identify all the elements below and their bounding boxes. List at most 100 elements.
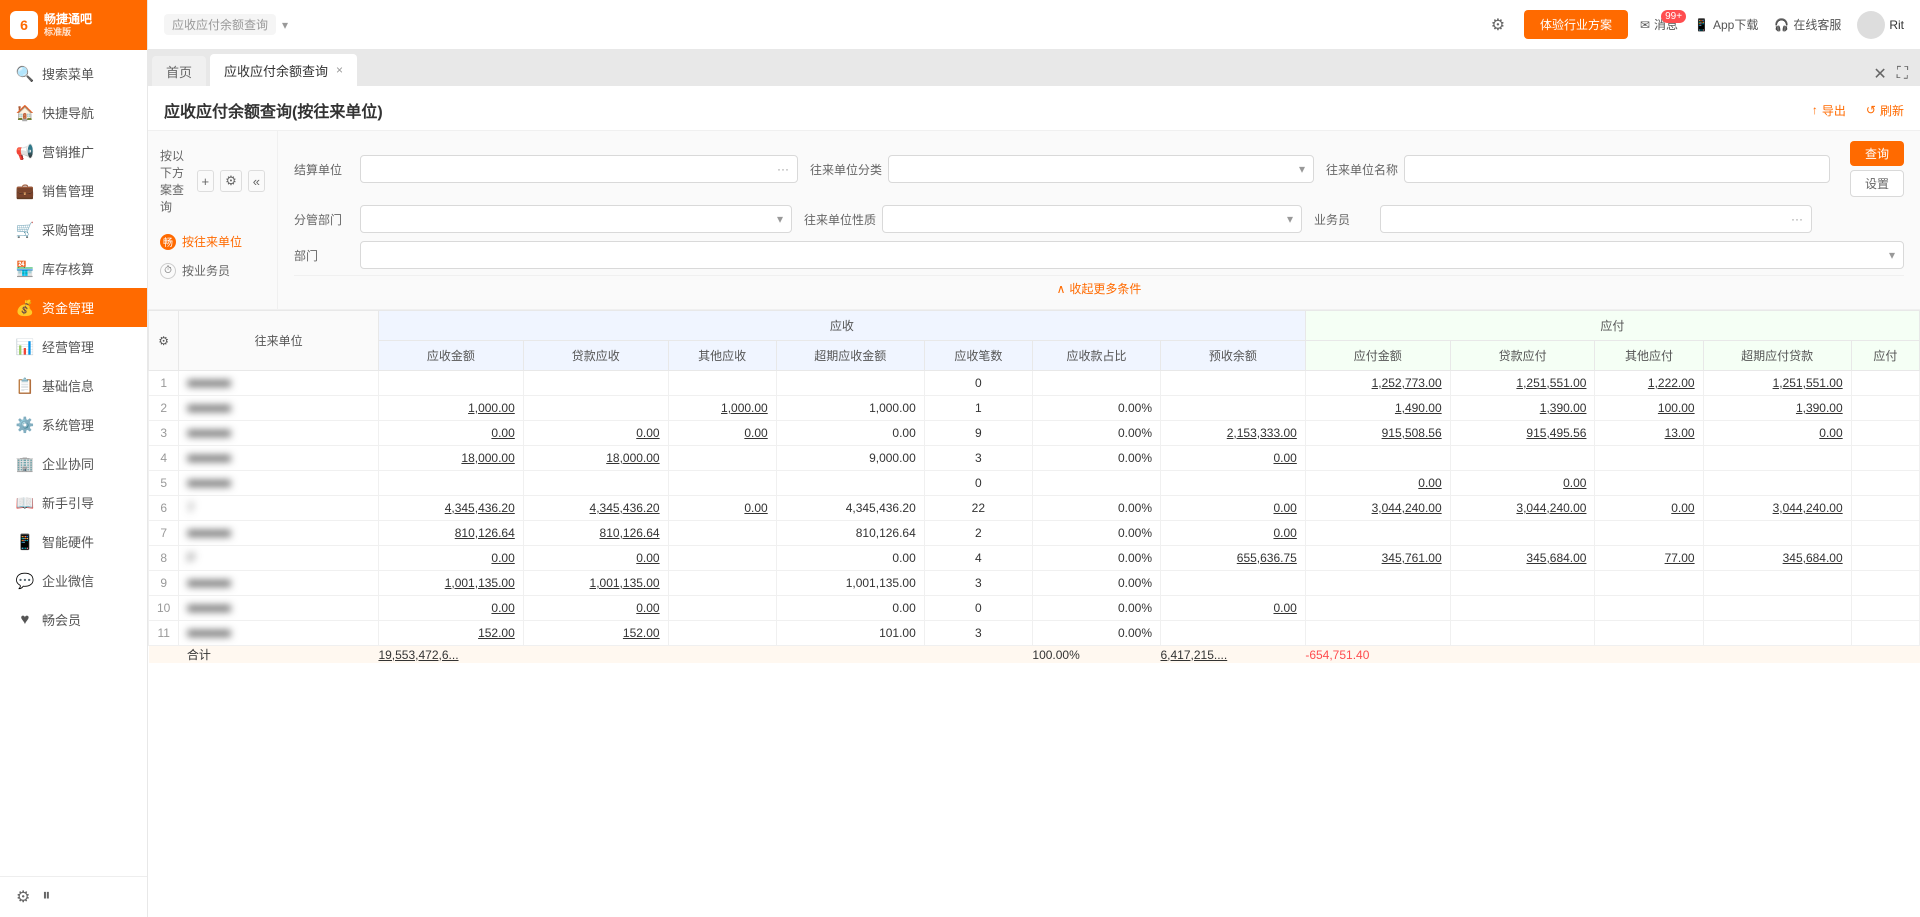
sidebar-item-wechat[interactable]: 💬 企业微信 <box>0 561 147 600</box>
content-header: 应收应付余额查询(按往来单位) ↑ 导出 ↺ 刷新 <box>148 86 1920 131</box>
refresh-icon: ↺ <box>1866 103 1876 117</box>
unit-name-input[interactable] <box>1404 155 1830 183</box>
partner-cell: ■■■■■■ <box>179 396 379 421</box>
scheme-by-unit[interactable]: 畅 按往来单位 <box>148 227 277 256</box>
filter-label: 按以下方案查询 <box>160 147 191 215</box>
table-row: 4■■■■■■18,000.0018,000.009,000.0030.00%0… <box>149 446 1920 471</box>
query-buttons: 查询 设置 <box>1850 141 1904 197</box>
tab-maximize-icon[interactable]: ⛶ <box>1897 65 1908 83</box>
sidebar-item-finance[interactable]: 💰 资金管理 <box>0 288 147 327</box>
unit-category-input[interactable]: ▾ <box>888 155 1314 183</box>
promo-button[interactable]: 体验行业方案 <box>1524 10 1628 39</box>
sidebar-logo: 6 畅捷通吧 标准版 <box>0 0 147 50</box>
scheme-by-staff[interactable]: ⏱ 按业务员 <box>148 256 277 285</box>
table-row: 9■■■■■■1,001,135.001,001,135.001,001,135… <box>149 571 1920 596</box>
breadcrumb-text: 应收应付余额查询 <box>164 14 276 35</box>
tab-home[interactable]: 首页 <box>152 56 206 86</box>
ar-overdue-header: 超期应收金额 <box>776 341 924 371</box>
tab-ar-ap[interactable]: 应收应付余额查询 × <box>210 54 357 86</box>
guide-icon: 📖 <box>16 494 34 512</box>
sidebar-item-search[interactable]: 🔍 搜索菜单 <box>0 54 147 93</box>
sidebar-item-operation[interactable]: 📊 经营管理 <box>0 327 147 366</box>
data-table-wrap: ⚙ 往来单位 应收 应付 应收金额 贷款应收 其他应收 超期应收金额 应收笔数 … <box>148 310 1920 917</box>
total-ar-count <box>924 646 1032 664</box>
settings-bottom-icon[interactable]: ⚙ <box>16 887 30 907</box>
table-row: 3■■■■■■0.000.000.000.0090.00%2,153,333.0… <box>149 421 1920 446</box>
sidebar-item-marketing[interactable]: 📢 营销推广 <box>0 132 147 171</box>
logo-icon: 6 <box>10 11 38 39</box>
sidebar-item-guide[interactable]: 📖 新手引导 <box>0 483 147 522</box>
table-settings-icon[interactable]: ⚙ <box>158 334 169 348</box>
ap-loan-header: 贷款应付 <box>1450 341 1595 371</box>
sidebar-item-purchase[interactable]: 🛒 采购管理 <box>0 210 147 249</box>
partner-cell: ■■■■■■ <box>179 471 379 496</box>
export-icon: ↑ <box>1812 103 1818 117</box>
partner-cell: ■■■■■■ <box>179 596 379 621</box>
scheme-active-icon: 畅 <box>160 234 176 250</box>
collapse-icon[interactable]: ⏸ <box>42 887 50 907</box>
topbar-settings-icon[interactable]: ⚙ <box>1484 11 1512 39</box>
marketing-icon: 📢 <box>16 143 34 161</box>
scheme-settings-icon[interactable]: ⚙ <box>220 170 242 192</box>
settings-col-header: ⚙ <box>149 311 179 371</box>
sidebar-item-corp[interactable]: 🏢 企业协同 <box>0 444 147 483</box>
ap-group-header: 应付 <box>1305 311 1919 341</box>
home-icon: 🏠 <box>16 104 34 122</box>
partner-cell: ■■■■■■ <box>179 371 379 396</box>
table-row: 11■■■■■■152.00152.00101.0030.00% <box>149 621 1920 646</box>
query-button[interactable]: 查询 <box>1850 141 1904 166</box>
salesman-input[interactable]: ··· <box>1380 205 1812 233</box>
add-scheme-icon[interactable]: + <box>197 170 215 192</box>
ar-advance-header: 预收余额 <box>1161 341 1306 371</box>
total-ap-other <box>1595 646 1703 664</box>
app-download-action[interactable]: 📱 App下载 <box>1694 16 1758 33</box>
vip-icon: ♥ <box>16 611 34 629</box>
unit-nature-label: 往来单位性质 <box>804 211 876 228</box>
messages-action[interactable]: ✉ 消息 99+ <box>1640 16 1678 33</box>
user-name: Rit <box>1889 18 1904 32</box>
unit-name-label: 往来单位名称 <box>1326 161 1398 178</box>
online-service-action[interactable]: 🎧 在线客服 <box>1774 16 1841 33</box>
total-row: 合计 19,553,472,6... 100.00% 6,417,215....… <box>149 646 1920 664</box>
unit-nature-input[interactable]: ▾ <box>882 205 1302 233</box>
sidebar-item-basic[interactable]: 📋 基础信息 <box>0 366 147 405</box>
settings-button[interactable]: 设置 <box>1850 170 1904 197</box>
sidebar: 6 畅捷通吧 标准版 🔍 搜索菜单 🏠 快捷导航 📢 营销推广 💼 销售管理 🛒… <box>0 0 148 917</box>
filter-scheme-area: 按以下方案查询 + ⚙ « 畅 按往来单位 ⏱ 按业务员 <box>148 131 1920 310</box>
collapse-button[interactable]: ∧ 收起更多条件 <box>294 275 1904 299</box>
unit-category-label: 往来单位分类 <box>810 161 882 178</box>
dept-input[interactable]: ▾ <box>360 205 792 233</box>
export-button[interactable]: ↑ 导出 <box>1812 102 1846 119</box>
department-input[interactable]: ▾ <box>360 241 1904 269</box>
partner-cell: ■■■■■■ <box>179 521 379 546</box>
wechat-icon: 💬 <box>16 572 34 590</box>
topbar-breadcrumb: 应收应付余额查询 ▾ <box>164 14 1472 35</box>
settle-unit-input[interactable]: ··· <box>360 155 798 183</box>
system-icon: ⚙️ <box>16 416 34 434</box>
header-actions: ↑ 导出 ↺ 刷新 <box>1812 102 1904 119</box>
sidebar-item-system[interactable]: ⚙️ 系统管理 <box>0 405 147 444</box>
message-icon: ✉ <box>1640 18 1650 32</box>
tab-close-window-icon[interactable]: ✕ <box>1873 64 1886 84</box>
sidebar-item-sales[interactable]: 💼 销售管理 <box>0 171 147 210</box>
total-ar-loan <box>523 646 668 664</box>
row-num: 4 <box>149 446 179 471</box>
settle-unit-label: 结算单位 <box>294 161 354 178</box>
tab-close-icon[interactable]: × <box>336 63 343 77</box>
refresh-button[interactable]: ↺ 刷新 <box>1866 102 1904 119</box>
scheme-collapse-icon[interactable]: « <box>248 170 265 192</box>
sidebar-menu: 🔍 搜索菜单 🏠 快捷导航 📢 营销推广 💼 销售管理 🛒 采购管理 🏪 库存核… <box>0 50 147 876</box>
ar-ratio-header: 应收款占比 <box>1032 341 1160 371</box>
user-area[interactable]: Rit <box>1857 11 1904 39</box>
total-ar-ratio: 100.00% <box>1032 646 1160 664</box>
inventory-icon: 🏪 <box>16 260 34 278</box>
sidebar-item-vip[interactable]: ♥ 畅会员 <box>0 600 147 639</box>
partner-cell: ■■■■■■ <box>179 421 379 446</box>
sidebar-item-hardware[interactable]: 📱 智能硬件 <box>0 522 147 561</box>
sidebar-item-inventory[interactable]: 🏪 库存核算 <box>0 249 147 288</box>
corp-icon: 🏢 <box>16 455 34 473</box>
ar-loan-header: 贷款应收 <box>523 341 668 371</box>
partner-cell: 7 <box>179 496 379 521</box>
sidebar-item-nav[interactable]: 🏠 快捷导航 <box>0 93 147 132</box>
ap-other-header: 其他应付 <box>1595 341 1703 371</box>
